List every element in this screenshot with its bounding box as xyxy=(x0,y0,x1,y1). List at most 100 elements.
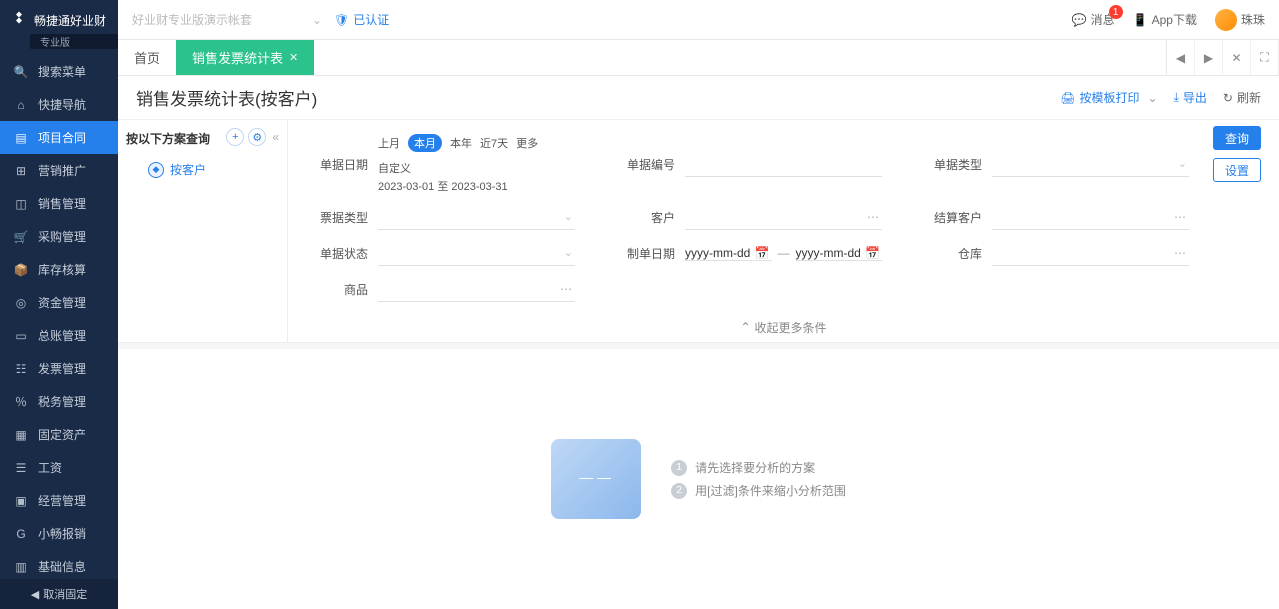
app-download-button[interactable]: 📱 App下载 xyxy=(1133,11,1197,28)
sidebar-item-search[interactable]: 🔍搜索菜单 xyxy=(0,55,118,88)
make-date-to[interactable]: yyyy-mm-dd📅 xyxy=(796,246,883,261)
scheme-item-by-customer[interactable]: ◆ 按客户 xyxy=(142,157,279,182)
ledger-icon: ▭ xyxy=(14,329,28,343)
filter-warehouse: 仓库 ⋯ xyxy=(922,240,1189,266)
date-opt-lastmonth[interactable]: 上月 xyxy=(378,135,400,151)
brand-edition: 专业版 xyxy=(30,34,118,49)
bill-status-select[interactable]: ⌄ xyxy=(378,240,575,266)
filter-label: 单据类型 xyxy=(922,156,992,173)
filter-customer: 客户 ⋯ xyxy=(615,204,882,230)
settle-customer-picker[interactable]: ⋯ xyxy=(992,204,1189,230)
chevron-down-icon: ⌄ xyxy=(564,246,573,259)
warehouse-picker[interactable]: ⋯ xyxy=(992,240,1189,266)
sidebar-item-asset[interactable]: ▦ 固定资产 xyxy=(0,418,118,451)
filter-label: 仓库 xyxy=(922,245,992,262)
date-opt-7days[interactable]: 近7天 xyxy=(480,135,508,151)
scheme-item-label: 按客户 xyxy=(170,161,206,178)
scheme-settings-button[interactable]: ⚙ xyxy=(248,128,266,146)
sidebar-item-inventory[interactable]: 📦库存核算 xyxy=(0,253,118,286)
scheme-icon: ◆ xyxy=(148,162,164,178)
filter-zone: 按以下方案查询 + ⚙ « ◆ 按客户 查询 设置 单据日期 xyxy=(118,120,1279,343)
refresh-label: 刷新 xyxy=(1237,89,1261,106)
scheme-add-button[interactable]: + xyxy=(226,128,244,146)
bill-type-select[interactable]: ⌄ xyxy=(992,151,1189,177)
sidebar-item-marketing[interactable]: ⊞营销推广 xyxy=(0,154,118,187)
more-icon: ⋯ xyxy=(1174,246,1187,260)
account-selector[interactable]: 好业财专业版演示帐套 ⌄ xyxy=(132,11,322,28)
query-button[interactable]: 查询 xyxy=(1213,126,1261,150)
refresh-button[interactable]: ↻ 刷新 xyxy=(1223,89,1261,106)
filter-label: 单据日期 xyxy=(308,156,378,173)
filter-invoice-type: 票据类型 ⌄ xyxy=(308,204,575,230)
scheme-collapse-button[interactable]: « xyxy=(272,130,279,144)
invoice-type-select[interactable]: ⌄ xyxy=(378,204,575,230)
info-icon: ▥ xyxy=(14,560,28,574)
more-icon: ⋯ xyxy=(867,210,880,224)
chevron-down-icon: ⌄ xyxy=(312,13,322,27)
print-label: 按模板打印 xyxy=(1080,89,1140,106)
tab-close-all-button[interactable]: ✕ xyxy=(1223,40,1251,76)
more-icon: ⋯ xyxy=(1174,210,1187,224)
filter-label: 票据类型 xyxy=(308,209,378,226)
chevron-up-icon: ⌃ xyxy=(740,320,750,334)
date-range-text: 2023-03-01 至 2023-03-31 xyxy=(378,178,508,194)
tab-next-button[interactable]: ▶ xyxy=(1195,40,1223,76)
sidebar-item-invoice[interactable]: ☷发票管理 xyxy=(0,352,118,385)
calendar-icon: 📅 xyxy=(755,246,770,260)
make-date-from[interactable]: yyyy-mm-dd📅 xyxy=(685,246,772,261)
sidebar-item-salary[interactable]: ☰工资 xyxy=(0,451,118,484)
collapse-filters-button[interactable]: ⌃ 收起更多条件 xyxy=(308,312,1259,342)
sidebar-item-ledger[interactable]: ▭总账管理 xyxy=(0,319,118,352)
page-actions: 🖨按模板打印⌄ ⤓导出 ↻ 刷新 xyxy=(1060,89,1261,106)
sidebar-item-operation[interactable]: ▣经营管理 xyxy=(0,484,118,517)
date-opt-thisyear[interactable]: 本年 xyxy=(450,135,472,151)
date-opt-custom[interactable]: 自定义 xyxy=(378,160,411,176)
tab-sales-invoice-stats[interactable]: 销售发票统计表 ✕ xyxy=(176,40,314,75)
sidebar-item-reimburse[interactable]: G小畅报销 xyxy=(0,517,118,550)
print-button[interactable]: 🖨按模板打印⌄ xyxy=(1060,89,1157,106)
sidebar-item-fund[interactable]: ◎资金管理 xyxy=(0,286,118,319)
more-icon: ⋯ xyxy=(560,282,573,296)
account-name: 好业财专业版演示帐套 xyxy=(132,11,252,28)
filter-label: 结算客户 xyxy=(922,209,992,226)
step-badge: 2 xyxy=(671,483,687,499)
export-button[interactable]: ⤓导出 xyxy=(1174,89,1207,106)
empty-steps: 1请先选择要分析的方案 2用[过滤]条件来缩小分析范围 xyxy=(671,453,846,505)
customer-picker[interactable]: ⋯ xyxy=(685,204,882,230)
cart-icon: 🛒 xyxy=(14,230,28,244)
sidebar-unpin[interactable]: ◀ 取消固定 xyxy=(0,579,118,609)
biz-icon: ▣ xyxy=(14,494,28,508)
sidebar-item-tax[interactable]: ％税务管理 xyxy=(0,385,118,418)
tab-prev-button[interactable]: ◀ xyxy=(1167,40,1195,76)
filter-action-buttons: 查询 设置 xyxy=(1213,126,1261,182)
bill-no-input[interactable] xyxy=(685,151,882,177)
sidebar-item-project[interactable]: ▤项目合同 xyxy=(0,121,118,154)
step-text: 用[过滤]条件来缩小分析范围 xyxy=(695,482,846,499)
sidebar: 畅捷通好业财 专业版 🔍搜索菜单 ⌂快捷导航 ▤项目合同 ⊞营销推广 ◫销售管理… xyxy=(0,0,118,609)
tab-close-icon[interactable]: ✕ xyxy=(289,51,298,64)
date-opt-more[interactable]: 更多 xyxy=(516,135,538,151)
settings-button[interactable]: 设置 xyxy=(1213,158,1261,182)
fullscreen-button[interactable]: ⛶ xyxy=(1251,40,1279,76)
sidebar-item-basicinfo[interactable]: ▥基础信息 xyxy=(0,550,118,579)
product-picker[interactable]: ⋯ xyxy=(378,276,575,302)
refresh-icon: ↻ xyxy=(1223,91,1233,105)
empty-illustration xyxy=(551,439,641,519)
sidebar-item-label: 销售管理 xyxy=(38,195,86,212)
filter-make-date: 制单日期 yyyy-mm-dd📅 — yyyy-mm-dd📅 xyxy=(615,240,882,266)
asset-icon: ▦ xyxy=(14,428,28,442)
sidebar-item-sales[interactable]: ◫销售管理 xyxy=(0,187,118,220)
bill-date-control[interactable]: 上月 本月 本年 近7天 更多 自定义 2023-03-01 至 2023-03… xyxy=(378,134,575,194)
messages-button[interactable]: 💬 消息 1 xyxy=(1072,11,1115,28)
step-text: 请先选择要分析的方案 xyxy=(695,459,815,476)
filter-bill-status: 单据状态 ⌄ xyxy=(308,240,575,266)
user-menu[interactable]: 珠珠 xyxy=(1215,9,1265,31)
wage-icon: ☰ xyxy=(14,461,28,475)
sidebar-item-purchase[interactable]: 🛒采购管理 xyxy=(0,220,118,253)
grid-icon: ⊞ xyxy=(14,164,28,178)
tab-home[interactable]: 首页 xyxy=(118,40,176,75)
date-opt-thismonth[interactable]: 本月 xyxy=(408,134,442,152)
brand-name: 畅捷通好业财 xyxy=(34,12,106,29)
sidebar-item-quicknav[interactable]: ⌂快捷导航 xyxy=(0,88,118,121)
sidebar-item-label: 固定资产 xyxy=(38,426,86,443)
